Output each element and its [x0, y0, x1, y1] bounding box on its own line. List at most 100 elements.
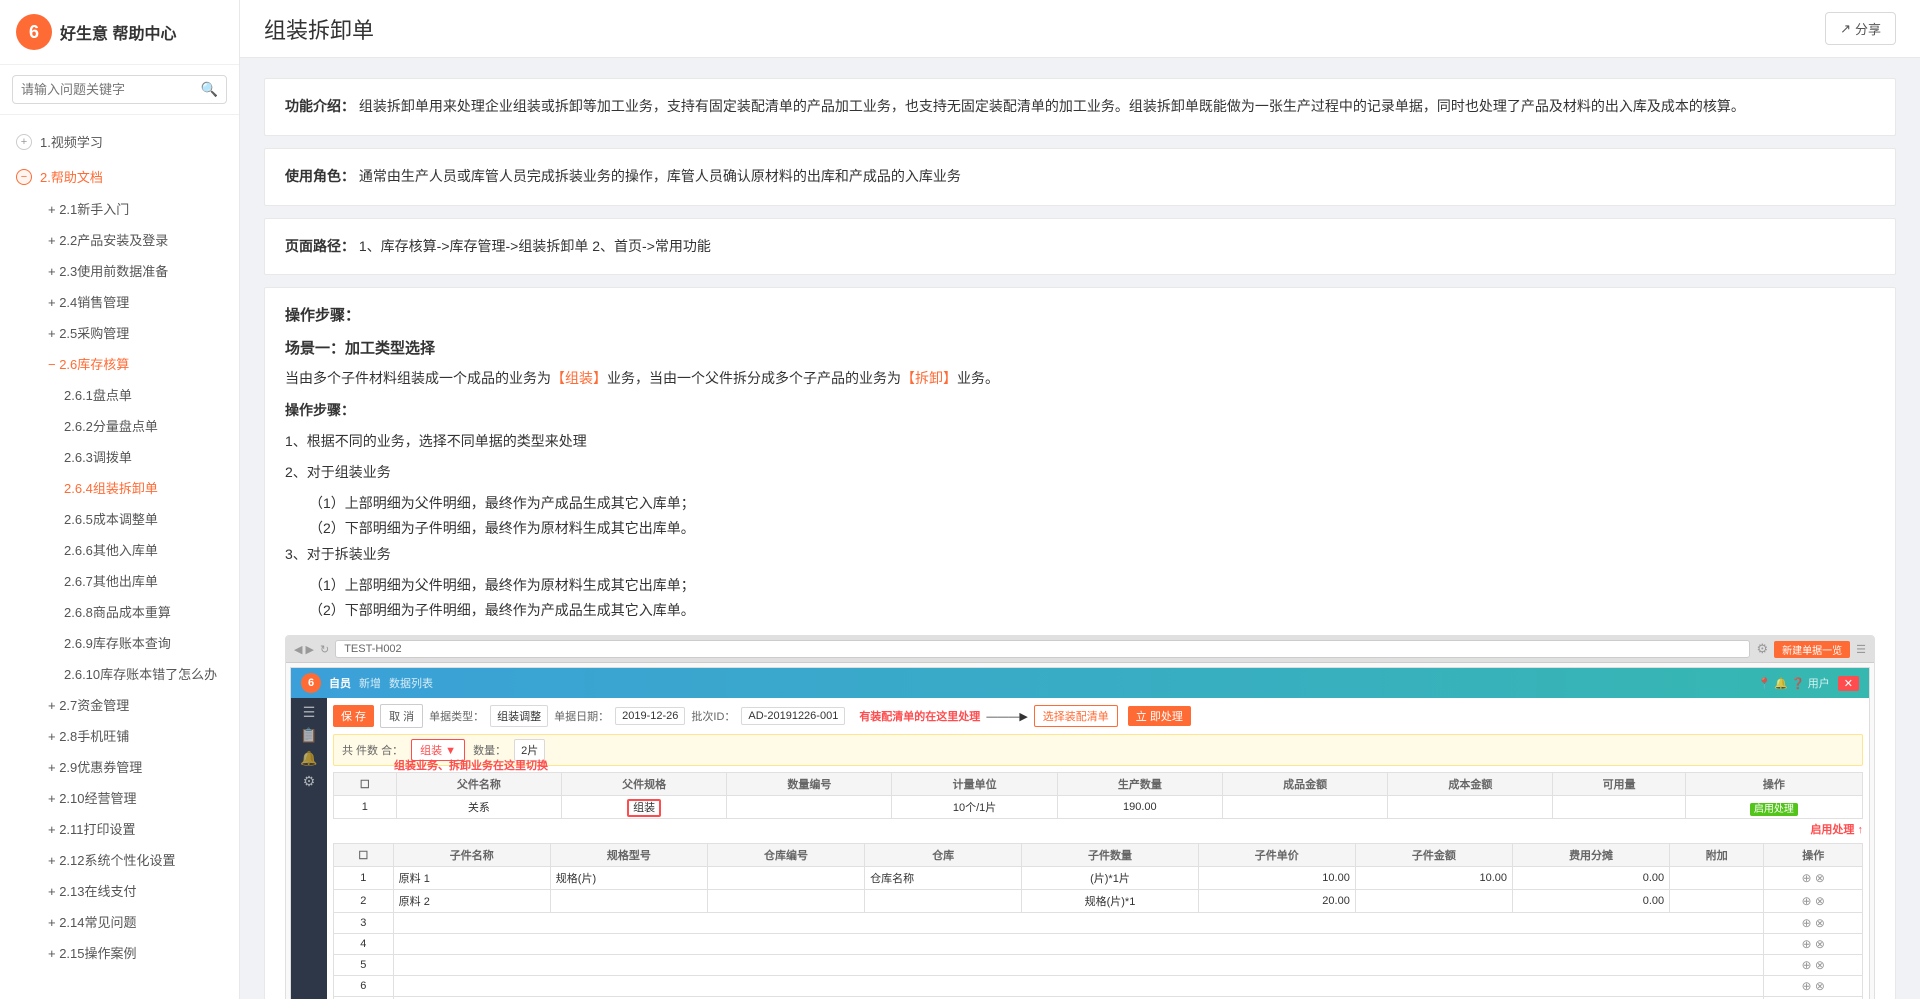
sidebar-item-inventory[interactable]: − 2.6库存核算	[8, 348, 239, 379]
content-area: 功能介绍： 组装拆卸单用来处理企业组装或拆卸等加工业务，支持有固定装配清单的产品…	[240, 58, 1920, 999]
sidebar-item-ops-mgmt[interactable]: + 2.10经营管理	[8, 782, 239, 813]
sidebar-item-sales[interactable]: + 2.4销售管理	[8, 286, 239, 317]
annot3-text: 启用处理 ↑	[333, 821, 1863, 837]
sidebar-item-2-6-2[interactable]: 2.6.2分量盘点单	[16, 410, 239, 441]
nav-section-1: + 1.视频学习	[0, 125, 239, 158]
logo-area: 6 好生意 帮助中心	[0, 0, 239, 65]
th-cost-amt: 成本金额	[1388, 773, 1553, 796]
sidebar-item-2-6-5[interactable]: 2.6.5成本调整单	[16, 503, 239, 534]
table-row: 4 ⊕ ⊗	[334, 934, 1863, 955]
share-button[interactable]: ↗ 分享	[1825, 12, 1896, 45]
sidebar-item-cases[interactable]: + 2.15操作案例	[8, 937, 239, 968]
table-row: 6 ⊕ ⊗	[334, 976, 1863, 997]
sidebar-item-docs[interactable]: − 2.帮助文档	[0, 160, 239, 193]
sim-select-bom-btn[interactable]: 选择装配清单	[1034, 705, 1118, 727]
sidebar-item-2-6-1[interactable]: 2.6.1盘点单	[16, 379, 239, 410]
sim-nav-icon-1: ☰	[303, 704, 316, 721]
collapse-icon-2: −	[16, 169, 32, 185]
sidebar-item-mobile[interactable]: + 2.8手机旺铺	[8, 720, 239, 751]
table-row: 2 原料 2 规格(片)*1 20.00	[334, 890, 1863, 913]
step-2: 2、对于组装业务	[285, 460, 1875, 485]
th-parent-spec: 父件规格	[561, 773, 726, 796]
sidebar-item-label-2: 2.帮助文档	[40, 167, 103, 186]
sim-refresh-icon: ↻	[320, 643, 329, 656]
row-ops-icons[interactable]: ⊕ ⊗	[1801, 871, 1824, 885]
scenario1-title: 场景一：加工类型选择	[285, 337, 1875, 358]
sidebar-item-2-6-8[interactable]: 2.6.8商品成本重算	[16, 596, 239, 627]
sidebar-item-2-6-3[interactable]: 2.6.3调拨单	[16, 441, 239, 472]
main-content: 组装拆卸单 ↗ 分享 功能介绍： 组装拆卸单用来处理企业组装或拆卸等加工业务，支…	[240, 0, 1920, 999]
nav-sub-sub-2-6: 2.6.1盘点单 2.6.2分量盘点单 2.6.3调拨单 2.6.4组装拆卸单 …	[8, 379, 239, 689]
row-ops-icons-2[interactable]: ⊕ ⊗	[1801, 894, 1824, 908]
sim-type-selector-row: 共 件数 合： 组装 ▼ 数量： 2片 组装业务、拆卸业务在这里切换	[333, 734, 1863, 766]
annot1-arrow: ———▶	[986, 710, 1027, 723]
sidebar-item-2-6-9[interactable]: 2.6.9库存账本查询	[16, 627, 239, 658]
sim-form-area: 保 存 取 消 单据类型： 组装调整 单据日期： 2019-12-26 批次ID…	[327, 698, 1869, 999]
sim-table2-container: ☐ 子件名称 规格型号 仓库编号 仓库 子件数量 子件单价 子件金额	[333, 843, 1863, 999]
sidebar-item-personalize[interactable]: + 2.12系统个性化设置	[8, 844, 239, 875]
search-icon[interactable]: 🔍	[201, 81, 218, 98]
sidebar-item-video[interactable]: + 1.视频学习	[0, 125, 239, 158]
row-ops-icons-3[interactable]: ⊕ ⊗	[1801, 916, 1824, 930]
sidebar-item-print[interactable]: + 2.11打印设置	[8, 813, 239, 844]
sidebar-item-2-6-4[interactable]: 2.6.4组装拆卸单	[16, 472, 239, 503]
sidebar-item-faq[interactable]: + 2.14常见问题	[8, 906, 239, 937]
search-area: 🔍	[0, 65, 239, 115]
sim-enable-btn[interactable]: 启用处理	[1750, 803, 1798, 816]
expand-icon-1: +	[16, 134, 32, 150]
sim-nav-icon-2: 📋	[300, 727, 317, 744]
sidebar-item-coupon[interactable]: + 2.9优惠券管理	[8, 751, 239, 782]
sidebar-item-purchase[interactable]: + 2.5采购管理	[8, 317, 239, 348]
sim-confirm-btn[interactable]: 立 即处理	[1128, 706, 1191, 726]
sim-close-window[interactable]: ✕	[1838, 676, 1859, 691]
sim-cancel-btn[interactable]: 取 消	[380, 704, 423, 728]
share-icon: ↗	[1840, 21, 1851, 37]
sidebar-item-2-6-10[interactable]: 2.6.10库存账本错了怎么办	[16, 658, 239, 689]
role-card: 使用角色： 通常由生产人员或库管人员完成拆装业务的操作，库管人员确认原材料的出库…	[264, 148, 1896, 206]
row-ops-icons-4[interactable]: ⊕ ⊗	[1801, 937, 1824, 951]
search-box[interactable]: 🔍	[12, 75, 227, 104]
sidebar-item-payment[interactable]: + 2.13在线支付	[8, 875, 239, 906]
main-header: 组装拆卸单 ↗ 分享	[240, 0, 1920, 58]
sidebar-item-data-prep[interactable]: + 2.3使用前数据准备	[8, 255, 239, 286]
ops-steps-subtitle: 操作步骤：	[285, 398, 1875, 423]
logo-text: 好生意 帮助中心	[60, 20, 176, 44]
sim-nav-icon-3: 🔔	[300, 750, 317, 767]
sim-left-icon-nav: ☰ 📋 🔔 ⚙	[291, 698, 327, 999]
sim-nav-icon-4: ⚙	[303, 773, 316, 790]
scenario1-desc: 当由多个子件材料组装成一个成品的业务为【组装】业务，当由一个父件拆分成多个子产品…	[285, 366, 1875, 391]
table-row: 1 关系 组装 10个/1片 190.00	[334, 796, 1863, 819]
path-text: 页面路径： 1、库存核算->库存管理->组装拆卸单 2、首页->常用功能	[285, 235, 1875, 259]
search-input[interactable]	[21, 82, 201, 97]
nav-list: + 1.视频学习 − 2.帮助文档 + 2.1新手入门 + 2.2产品安装及登录…	[0, 115, 239, 999]
step-3-1: （1）上部明细为父件明细，最终作为原材料生成其它出库单；	[285, 573, 1875, 598]
annot1-text: 有装配清单的在这里处理	[859, 708, 980, 724]
sidebar-item-2-6-7[interactable]: 2.6.7其他出库单	[16, 565, 239, 596]
th-available-qty: 可用量	[1553, 773, 1685, 796]
sidebar-item-finance[interactable]: + 2.7资金管理	[8, 689, 239, 720]
ops-card: 操作步骤： 场景一：加工类型选择 当由多个子件材料组装成一个成品的业务为【组装】…	[264, 287, 1896, 999]
sim-save-btn[interactable]: 保 存	[333, 705, 374, 727]
sidebar-item-2-6-6[interactable]: 2.6.6其他入库单	[16, 534, 239, 565]
th-product-amt: 成品金额	[1222, 773, 1387, 796]
sidebar: 6 好生意 帮助中心 🔍 + 1.视频学习 − 2.帮助文档 + 2.1新手入门	[0, 0, 240, 999]
sim-url-bar: TEST-H002	[335, 640, 1750, 658]
th2-child-qty: 子件数量	[1022, 844, 1198, 867]
th-ops1: 操作	[1685, 773, 1862, 796]
row-ops-icons-5[interactable]: ⊕ ⊗	[1801, 958, 1824, 972]
row-ops-icons-6[interactable]: ⊕ ⊗	[1801, 979, 1824, 993]
sim-app-logo: 6	[301, 673, 321, 693]
th2-child-price: 子件单价	[1198, 844, 1355, 867]
sim-field-date-val: 2019-12-26	[615, 707, 685, 725]
sidebar-item-label-1: 1.视频学习	[40, 132, 103, 151]
sim-app-name: 自员	[329, 675, 351, 691]
nav-sub-items-2: + 2.1新手入门 + 2.2产品安装及登录 + 2.3使用前数据准备 + 2.…	[0, 193, 239, 968]
sidebar-item-newbie[interactable]: + 2.1新手入门	[8, 193, 239, 224]
step-2-1: （1）上部明细为父件明细，最终作为产成品生成其它入库单；	[285, 491, 1875, 516]
path-card: 页面路径： 1、库存核算->库存管理->组装拆卸单 2、首页->常用功能	[264, 218, 1896, 276]
th2-add: 附加	[1670, 844, 1764, 867]
intro-card: 功能介绍： 组装拆卸单用来处理企业组装或拆卸等加工业务，支持有固定装配清单的产品…	[264, 78, 1896, 136]
sidebar-item-install[interactable]: + 2.2产品安装及登录	[8, 224, 239, 255]
ops-title: 操作步骤：	[285, 304, 1875, 325]
th2-alloc: 费用分摊	[1512, 844, 1669, 867]
